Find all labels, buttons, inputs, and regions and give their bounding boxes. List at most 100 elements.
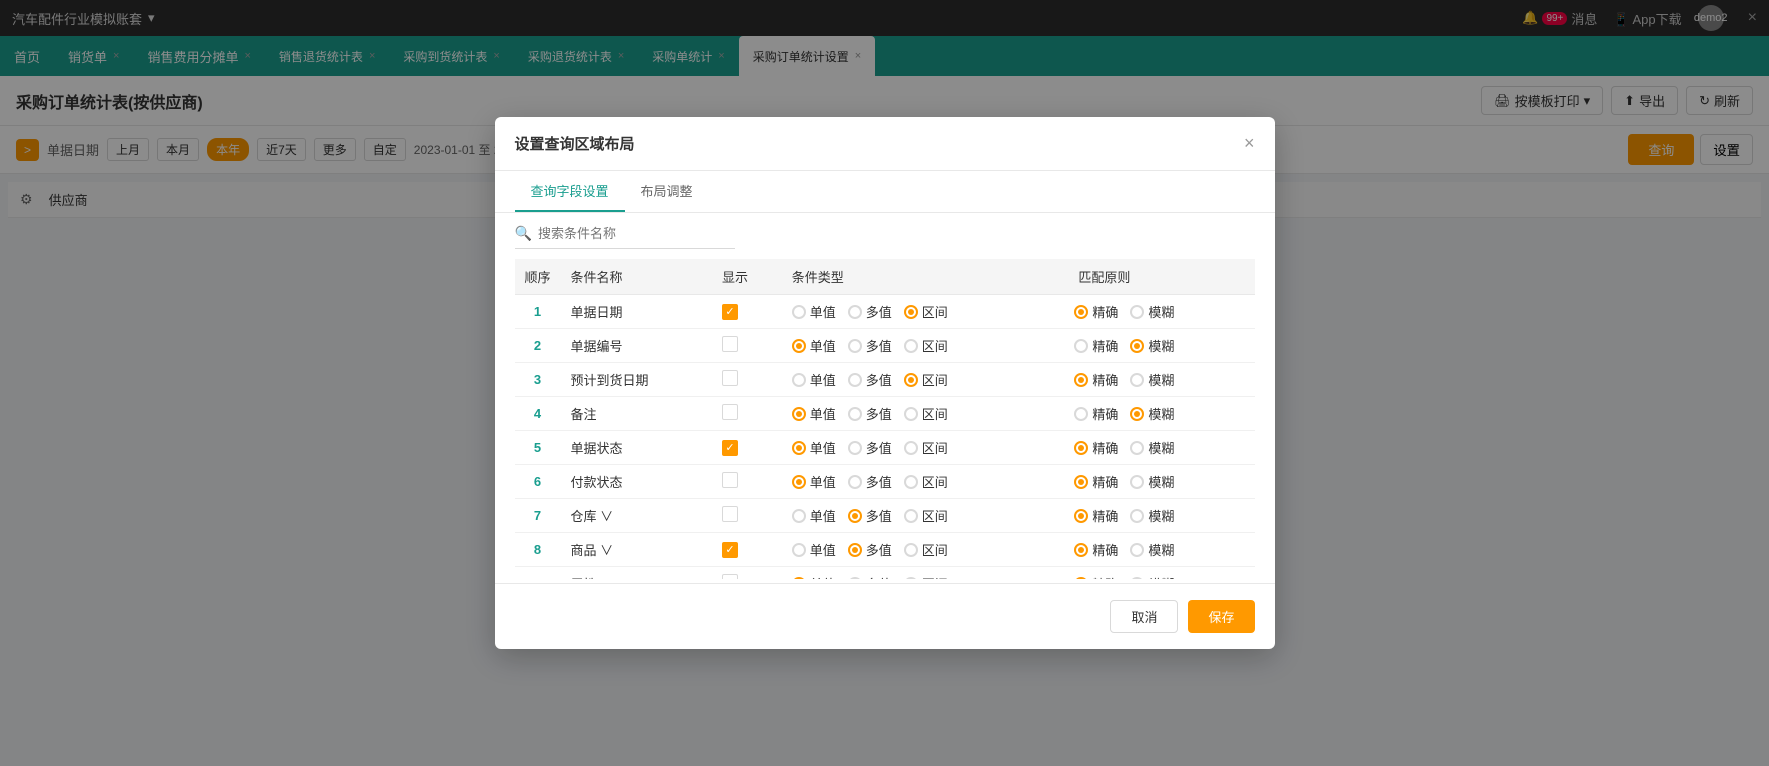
match-radio-精确[interactable]: 精确 [1074,472,1118,491]
row-match-cell: 精确模糊 [1048,499,1254,533]
type-radio-单值[interactable]: 单值 [792,302,836,321]
row-order: 5 [515,431,561,465]
display-checkbox[interactable] [722,370,738,386]
type-radio-区间[interactable]: 区间 [904,506,948,525]
type-radio-多值[interactable]: 多值 [848,302,892,321]
modal-dialog: 设置查询区域布局 × 查询字段设置 布局调整 🔍 顺序 条件名称 [495,117,1275,649]
radio-circle [1130,509,1144,523]
radio-circle [1074,305,1088,319]
type-radio-区间[interactable]: 区间 [904,540,948,559]
radio-circle [848,475,862,489]
save-button[interactable]: 保存 [1188,600,1254,633]
modal-tab-layout[interactable]: 布局调整 [625,171,709,212]
type-radio-区间[interactable]: 区间 [904,472,948,491]
type-radio-多值[interactable]: 多值 [848,404,892,423]
match-radio-模糊[interactable]: 模糊 [1130,506,1174,525]
row-name: 备注 [561,397,712,431]
display-checkbox[interactable]: ✓ [722,542,738,558]
match-radio-精确[interactable]: 精确 [1074,438,1118,457]
row-type-cell: 单值多值区间 [782,363,1049,397]
modal-footer: 取消 保存 [495,583,1275,649]
row-match-cell: 精确 模糊 [1048,567,1254,580]
row-order: 9 [515,567,561,580]
type-radio-单值[interactable]: 单值 [792,506,836,525]
modal-tabs: 查询字段设置 布局调整 [495,171,1275,213]
radio-circle [904,441,918,455]
match-radio-模糊[interactable]: 模糊 [1130,302,1174,321]
type-radio-单值[interactable]: 单值 [792,404,836,423]
cancel-button[interactable]: 取消 [1110,600,1178,633]
row-display-cell [712,397,782,431]
match-radio-精确[interactable]: 精确 [1074,302,1118,321]
display-checkbox[interactable] [722,404,738,420]
type-radio-多值[interactable]: 多值 [848,574,892,579]
radio-circle [848,373,862,387]
type-radio-单值[interactable]: 单值 [792,574,836,579]
match-radio-模糊[interactable]: 模糊 [1130,438,1174,457]
display-checkbox[interactable] [722,472,738,488]
modal-tab-query-fields[interactable]: 查询字段设置 [515,171,625,212]
row-match-cell: 精确模糊 [1048,465,1254,499]
match-radio-模糊[interactable]: 模糊 [1130,574,1174,579]
match-radio-模糊[interactable]: 模糊 [1130,336,1174,355]
display-checkbox[interactable]: ✓ [722,440,738,456]
col-header-name: 条件名称 [561,259,712,295]
radio-circle [1074,339,1088,353]
match-radio-精确[interactable]: 精确 [1074,506,1118,525]
display-checkbox[interactable] [722,506,738,522]
display-checkbox[interactable] [722,336,738,352]
display-checkbox[interactable]: ✓ [722,304,738,320]
row-type-cell: 单值多值区间 [782,329,1049,363]
radio-circle [1074,577,1088,580]
row-name: 商品 ∨ [561,533,712,567]
radio-circle [1130,543,1144,557]
type-radio-区间[interactable]: 区间 [904,438,948,457]
row-display-cell [712,363,782,397]
type-radio-多值[interactable]: 多值 [848,506,892,525]
table-row: 7仓库 ∨单值多值区间精确模糊 [515,499,1255,533]
row-name: 付款状态 [561,465,712,499]
type-radio-单值[interactable]: 单值 [792,336,836,355]
row-type-cell: 单值多值区间 [782,431,1049,465]
type-radio-区间[interactable]: 区间 [904,302,948,321]
modal-overlay[interactable]: 设置查询区域布局 × 查询字段设置 布局调整 🔍 顺序 条件名称 [0,0,1769,766]
row-name: 单据状态 [561,431,712,465]
row-type-cell: 单值 多值 区间 [782,567,1049,580]
type-radio-单值[interactable]: 单值 [792,472,836,491]
match-radio-精确[interactable]: 精确 [1074,370,1118,389]
type-radio-多值[interactable]: 多值 [848,438,892,457]
row-type-cell: 单值多值区间 [782,533,1049,567]
row-order: 7 [515,499,561,533]
match-radio-模糊[interactable]: 模糊 [1130,472,1174,491]
radio-circle [1074,373,1088,387]
radio-circle [1130,305,1144,319]
type-radio-区间[interactable]: 区间 [904,404,948,423]
row-match-cell: 精确模糊 [1048,295,1254,329]
radio-circle [904,305,918,319]
modal-close-button[interactable]: × [1244,133,1255,154]
match-radio-精确[interactable]: 精确 [1074,404,1118,423]
type-radio-区间[interactable]: 区间 [904,336,948,355]
type-radio-单值[interactable]: 单值 [792,370,836,389]
type-radio-单值[interactable]: 单值 [792,540,836,559]
type-radio-多值[interactable]: 多值 [848,370,892,389]
match-radio-精确[interactable]: 精确 [1074,574,1118,579]
match-radio-模糊[interactable]: 模糊 [1130,404,1174,423]
search-input[interactable] [538,226,718,241]
match-radio-精确[interactable]: 精确 [1074,336,1118,355]
row-display-cell [712,465,782,499]
display-checkbox[interactable] [722,574,738,579]
type-radio-区间[interactable]: 区间 [904,370,948,389]
match-radio-模糊[interactable]: 模糊 [1130,540,1174,559]
match-radio-精确[interactable]: 精确 [1074,540,1118,559]
type-radio-多值[interactable]: 多值 [848,540,892,559]
type-radio-区间[interactable]: 区间 [904,574,948,579]
type-radio-多值[interactable]: 多值 [848,472,892,491]
radio-circle [848,577,862,580]
type-radio-多值[interactable]: 多值 [848,336,892,355]
row-display-cell [712,329,782,363]
type-radio-单值[interactable]: 单值 [792,438,836,457]
config-table-scroll[interactable]: 顺序 条件名称 显示 条件类型 匹配原则 1单据日期✓单值多值区间精确模糊2单据… [515,259,1255,579]
match-radio-模糊[interactable]: 模糊 [1130,370,1174,389]
radio-circle [904,475,918,489]
